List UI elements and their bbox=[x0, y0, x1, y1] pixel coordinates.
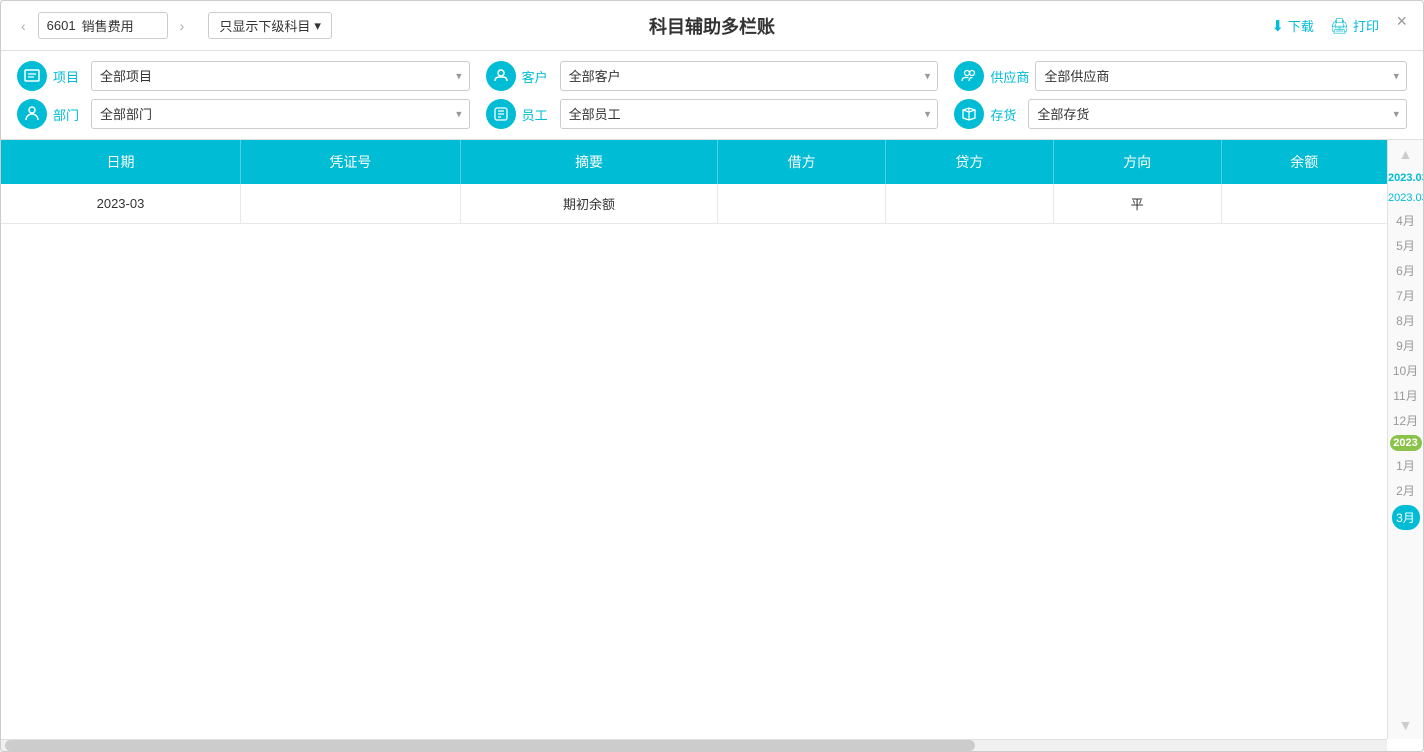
dropdown-arrow-icon: ▾ bbox=[314, 18, 321, 34]
timeline-month-10[interactable]: 10月 bbox=[1388, 358, 1423, 383]
show-sub-accounts-dropdown[interactable]: 只显示下级科目 ▾ bbox=[208, 12, 332, 39]
col-balance: 余额 bbox=[1221, 140, 1387, 184]
inventory-label: 存货 bbox=[990, 105, 1022, 124]
employee-icon bbox=[486, 99, 516, 129]
col-debit: 借方 bbox=[718, 140, 886, 184]
project-select[interactable]: 全部项目 bbox=[91, 61, 470, 91]
filter-inventory: 存货 全部存货 ▾ bbox=[954, 99, 1407, 129]
download-label: 下载 bbox=[1288, 16, 1314, 35]
title-left: ‹ 6601 销售费用 › 只显示下级科目 ▾ bbox=[17, 12, 332, 39]
timeline-down-btn[interactable]: ▼ bbox=[1388, 711, 1423, 739]
timeline-month-4[interactable]: 4月 bbox=[1388, 208, 1423, 233]
close-button[interactable]: × bbox=[1396, 11, 1407, 32]
department-select[interactable]: 全部部门 bbox=[91, 99, 470, 129]
col-voucher: 凭证号 bbox=[240, 140, 460, 184]
timeline-month-8[interactable]: 8月 bbox=[1388, 308, 1423, 333]
ledger-table: 日期 凭证号 摘要 借方 贷方 方向 余额 2023-03 期初余额 bbox=[1, 140, 1387, 224]
table-header-row: 日期 凭证号 摘要 借方 贷方 方向 余额 bbox=[1, 140, 1387, 184]
supplier-label: 供应商 bbox=[990, 67, 1029, 86]
timeline-month-5[interactable]: 5月 bbox=[1388, 233, 1423, 258]
department-select-wrapper: 全部部门 ▾ bbox=[91, 99, 470, 129]
print-label: 打印 bbox=[1353, 16, 1379, 35]
department-label: 部门 bbox=[53, 105, 85, 124]
title-right: ⬇ 下载 🖨 打印 bbox=[1271, 16, 1407, 35]
customer-icon bbox=[486, 61, 516, 91]
col-direction: 方向 bbox=[1053, 140, 1221, 184]
filter-bar: 项目 全部项目 ▾ 客户 全部客户 ▾ bbox=[1, 51, 1423, 140]
project-select-wrapper: 全部项目 ▾ bbox=[91, 61, 470, 91]
timeline-selected-month-top[interactable]: 2023.03 bbox=[1388, 188, 1423, 208]
timeline-year-badge[interactable]: 2023 bbox=[1390, 435, 1422, 451]
show-sub-accounts-label: 只显示下级科目 bbox=[219, 16, 310, 35]
col-credit: 贷方 bbox=[885, 140, 1053, 184]
project-icon bbox=[17, 61, 47, 91]
table-container: 日期 凭证号 摘要 借方 贷方 方向 余额 2023-03 期初余额 bbox=[1, 140, 1423, 739]
timeline-month-11[interactable]: 11月 bbox=[1388, 383, 1423, 408]
account-name: 销售费用 bbox=[82, 16, 134, 35]
account-code-box: 6601 销售费用 bbox=[38, 12, 168, 39]
cell-summary: 期初余额 bbox=[460, 184, 717, 224]
cell-direction: 平 bbox=[1053, 184, 1221, 224]
customer-select[interactable]: 全部客户 bbox=[560, 61, 939, 91]
cell-credit bbox=[885, 184, 1053, 224]
print-button[interactable]: 🖨 打印 bbox=[1330, 16, 1379, 35]
scrollbar-thumb[interactable] bbox=[5, 740, 975, 751]
timeline-month-7[interactable]: 7月 bbox=[1388, 283, 1423, 308]
cell-date: 2023-03 bbox=[1, 184, 240, 224]
download-button[interactable]: ⬇ 下载 bbox=[1271, 16, 1314, 35]
project-label: 项目 bbox=[53, 67, 85, 86]
timeline-month-9[interactable]: 9月 bbox=[1388, 333, 1423, 358]
filter-department: 部门 全部部门 ▾ bbox=[17, 99, 470, 129]
table-row: 2023-03 期初余额 平 bbox=[1, 184, 1387, 224]
col-date: 日期 bbox=[1, 140, 240, 184]
supplier-select-wrapper: 全部供应商 ▾ bbox=[1035, 61, 1407, 91]
table-body: 2023-03 期初余额 平 bbox=[1, 184, 1387, 224]
inventory-select[interactable]: 全部存货 bbox=[1028, 99, 1407, 129]
prev-account-btn[interactable]: ‹ bbox=[17, 16, 30, 36]
employee-select-wrapper: 全部员工 ▾ bbox=[560, 99, 939, 129]
filter-project: 项目 全部项目 ▾ bbox=[17, 61, 470, 91]
timeline-up-btn[interactable]: ▲ bbox=[1388, 140, 1423, 168]
employee-label: 员工 bbox=[522, 105, 554, 124]
inventory-icon bbox=[954, 99, 984, 129]
department-icon bbox=[17, 99, 47, 129]
account-code: 6601 bbox=[47, 18, 76, 33]
title-bar: ‹ 6601 销售费用 › 只显示下级科目 ▾ 科目辅助多栏账 ⬇ 下载 🖨 打… bbox=[1, 1, 1423, 51]
customer-select-wrapper: 全部客户 ▾ bbox=[560, 61, 939, 91]
page-title: 科目辅助多栏账 bbox=[649, 13, 775, 39]
side-timeline: ▲ 2023.03 2023.03 4月 5月 6月 7月 8月 9月 10月 … bbox=[1387, 140, 1423, 739]
timeline-month-6[interactable]: 6月 bbox=[1388, 258, 1423, 283]
timeline-selected-year-top[interactable]: 2023.03 bbox=[1388, 168, 1423, 188]
timeline-month-3-selected[interactable]: 3月 bbox=[1392, 505, 1420, 530]
supplier-select[interactable]: 全部供应商 bbox=[1035, 61, 1407, 91]
inventory-select-wrapper: 全部存货 ▾ bbox=[1028, 99, 1407, 129]
next-account-btn[interactable]: › bbox=[176, 16, 189, 36]
print-icon: 🖨 bbox=[1330, 17, 1349, 35]
scrollbar-container[interactable] bbox=[1, 739, 1387, 751]
employee-select[interactable]: 全部员工 bbox=[560, 99, 939, 129]
main-window: ‹ 6601 销售费用 › 只显示下级科目 ▾ 科目辅助多栏账 ⬇ 下载 🖨 打… bbox=[0, 0, 1424, 752]
filter-employee: 员工 全部员工 ▾ bbox=[486, 99, 939, 129]
filter-customer: 客户 全部客户 ▾ bbox=[486, 61, 939, 91]
timeline-month-12[interactable]: 12月 bbox=[1388, 408, 1423, 433]
col-summary: 摘要 bbox=[460, 140, 717, 184]
timeline-month-1[interactable]: 1月 bbox=[1388, 453, 1423, 478]
download-icon: ⬇ bbox=[1271, 17, 1284, 35]
cell-debit bbox=[718, 184, 886, 224]
timeline-month-2[interactable]: 2月 bbox=[1388, 478, 1423, 503]
cell-balance bbox=[1221, 184, 1387, 224]
customer-label: 客户 bbox=[522, 67, 554, 86]
cell-voucher bbox=[240, 184, 460, 224]
supplier-icon bbox=[954, 61, 984, 91]
filter-supplier: 供应商 全部供应商 ▾ bbox=[954, 61, 1407, 91]
